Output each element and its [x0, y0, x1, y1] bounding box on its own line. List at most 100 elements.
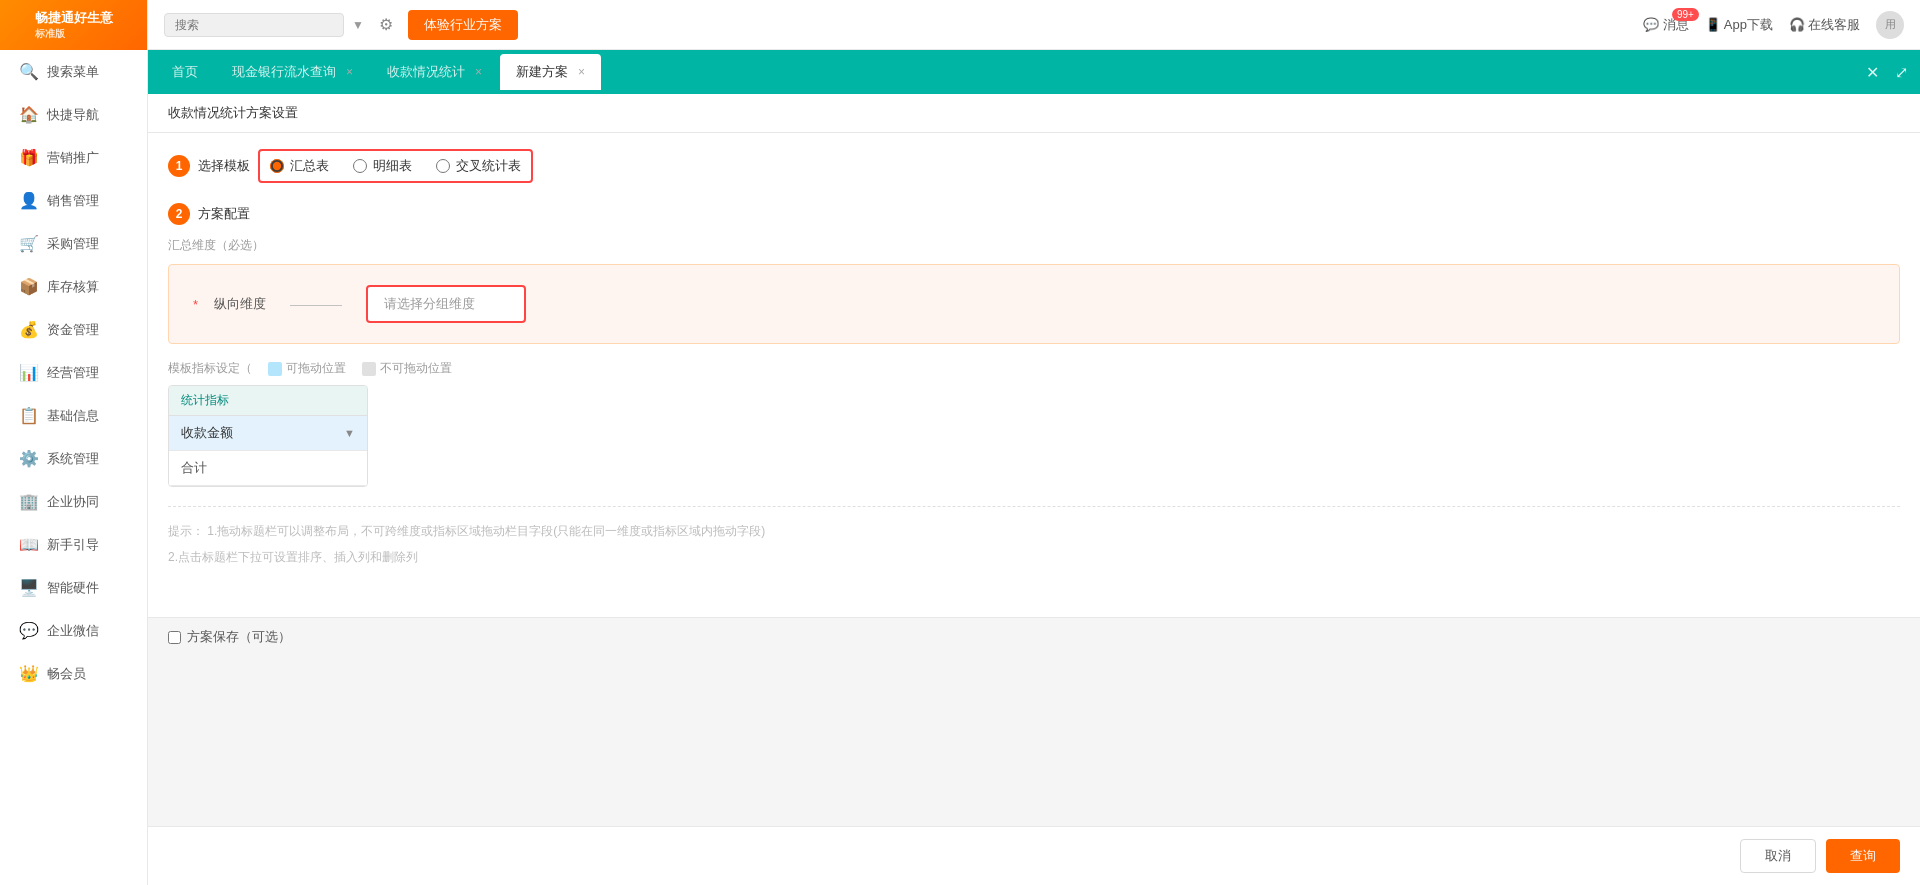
template-cross-option[interactable]: 交叉统计表	[436, 157, 521, 175]
sidebar-item-base-info[interactable]: 📋 基础信息	[0, 394, 147, 437]
step2-header: 2 方案配置	[168, 203, 1900, 225]
required-star: *	[193, 297, 198, 312]
metrics-section: 模板指标设定（ 可拖动位置 不可拖动位置 统计指标	[168, 360, 1900, 490]
notification-button[interactable]: 💬 消息 99+	[1643, 16, 1689, 34]
tab-new-plan-label: 新建方案	[516, 63, 568, 81]
step2-section: 2 方案配置 汇总维度（必选） * 纵向维度 ———— 请选择分组维度	[168, 203, 1900, 581]
sidebar-item-member[interactable]: 👑 畅会员	[0, 652, 147, 695]
user-avatar[interactable]: 用	[1876, 11, 1904, 39]
sidebar-item-label: 营销推广	[47, 149, 99, 167]
step1-title: 选择模板	[198, 157, 250, 175]
sidebar-item-search-menu[interactable]: 🔍 搜索菜单	[0, 50, 147, 93]
tab-bank-flow-close[interactable]: ×	[346, 65, 353, 79]
home-icon: 🏠	[19, 105, 39, 124]
topbar-right: 💬 消息 99+ 📱 App下载 🎧 在线客服 用	[1643, 11, 1904, 39]
template-summary-radio[interactable]	[270, 159, 284, 173]
maximize-button[interactable]: ⤢	[1891, 59, 1912, 86]
dropdown-arrow-icon[interactable]: ▼	[352, 18, 364, 32]
template-options: 汇总表 明细表 交叉统计表	[258, 149, 533, 183]
message-icon: 💬	[1643, 17, 1659, 32]
cancel-button[interactable]: 取消	[1740, 839, 1816, 873]
box-icon: 📦	[19, 277, 39, 296]
settings-button[interactable]: ⚙	[372, 11, 400, 39]
page-content: 收款情况统计方案设置 1 选择模板 汇总表 明细表	[148, 94, 1920, 826]
try-industry-button[interactable]: 体验行业方案	[408, 10, 518, 40]
metrics-subtotal: 合计	[169, 451, 367, 486]
sidebar-item-wechat[interactable]: 💬 企业微信	[0, 609, 147, 652]
sidebar-item-system[interactable]: ⚙️ 系统管理	[0, 437, 147, 480]
template-cross-radio[interactable]	[436, 159, 450, 173]
step1-section: 1 选择模板 汇总表 明细表 交叉统计表	[168, 149, 1900, 183]
book-icon: 📖	[19, 535, 39, 554]
topbar: ▼ ⚙ 体验行业方案 💬 消息 99+ 📱 App下载 🎧 在线客服 用	[148, 0, 1920, 50]
sidebar-item-quick-nav[interactable]: 🏠 快捷导航	[0, 93, 147, 136]
query-button[interactable]: 查询	[1826, 839, 1900, 873]
step2-title: 方案配置	[198, 205, 250, 223]
sidebar-item-operations[interactable]: 📊 经营管理	[0, 351, 147, 394]
app-name: 畅捷通好生意	[35, 9, 113, 27]
close-all-tabs-button[interactable]: ✕	[1862, 59, 1883, 86]
tab-new-plan-close[interactable]: ×	[578, 65, 585, 79]
app-version: 标准版	[35, 27, 113, 41]
template-summary-label: 汇总表	[290, 157, 329, 175]
sidebar-item-label: 资金管理	[47, 321, 99, 339]
sidebar-item-label: 经营管理	[47, 364, 99, 382]
sidebar-item-marketing[interactable]: 🎁 营销推广	[0, 136, 147, 179]
sidebar-item-guide[interactable]: 📖 新手引导	[0, 523, 147, 566]
app-logo: 畅捷通好生意 标准版	[0, 0, 147, 50]
sidebar-item-corp[interactable]: 🏢 企业协同	[0, 480, 147, 523]
tab-home-label: 首页	[172, 63, 198, 81]
sidebar-item-finance[interactable]: 💰 资金管理	[0, 308, 147, 351]
sidebar-item-purchase[interactable]: 🛒 采购管理	[0, 222, 147, 265]
metrics-table: 统计指标 收款金额 ▼ 合计	[168, 385, 368, 487]
metrics-setting-label: 模板指标设定（	[168, 360, 252, 377]
template-cross-label: 交叉统计表	[456, 157, 521, 175]
template-summary-option[interactable]: 汇总表	[270, 157, 329, 175]
service-icon: 🎧	[1789, 17, 1805, 32]
template-detail-option[interactable]: 明细表	[353, 157, 412, 175]
sidebar-item-label: 企业微信	[47, 622, 99, 640]
cart-icon: 🛒	[19, 234, 39, 253]
sidebar-item-inventory[interactable]: 📦 库存核算	[0, 265, 147, 308]
tab-new-plan[interactable]: 新建方案 ×	[500, 54, 601, 90]
sidebar-item-label: 快捷导航	[47, 106, 99, 124]
avatar-text: 用	[1885, 17, 1896, 32]
search-menu-icon: 🔍	[19, 62, 39, 81]
fixed-legend-item: 不可拖动位置	[362, 360, 452, 377]
sidebar-item-hardware[interactable]: 🖥️ 智能硬件	[0, 566, 147, 609]
tab-bank-flow[interactable]: 现金银行流水查询 ×	[216, 54, 369, 90]
user-icon: 👤	[19, 191, 39, 210]
save-checkbox[interactable]	[168, 631, 181, 644]
tab-home[interactable]: 首页	[156, 54, 214, 90]
metrics-collection-dropdown-icon[interactable]: ▼	[344, 427, 355, 439]
sidebar-item-sales[interactable]: 👤 销售管理	[0, 179, 147, 222]
sidebar-item-label: 新手引导	[47, 536, 99, 554]
tab-collection-stat-label: 收款情况统计	[387, 63, 465, 81]
tabbar-actions: ✕ ⤢	[1862, 59, 1912, 86]
metrics-row-collection[interactable]: 收款金额 ▼	[169, 416, 367, 451]
fixed-label: 不可拖动位置	[380, 360, 452, 377]
metrics-subtotal-label: 合计	[181, 460, 207, 475]
step2-badge: 2	[168, 203, 190, 225]
template-detail-label: 明细表	[373, 157, 412, 175]
online-service-link[interactable]: 🎧 在线客服	[1789, 16, 1860, 34]
app-download-link[interactable]: 📱 App下载	[1705, 16, 1773, 34]
search-input[interactable]	[164, 13, 344, 37]
sidebar-item-label: 畅会员	[47, 665, 86, 683]
tab-collection-stat-close[interactable]: ×	[475, 65, 482, 79]
metrics-collection-label: 收款金额	[181, 424, 233, 442]
drag-legend: 模板指标设定（ 可拖动位置 不可拖动位置	[168, 360, 1900, 377]
tab-bank-flow-label: 现金银行流水查询	[232, 63, 336, 81]
main-content: ▼ ⚙ 体验行业方案 💬 消息 99+ 📱 App下载 🎧 在线客服 用	[148, 0, 1920, 885]
sidebar-item-label: 搜索菜单	[47, 63, 99, 81]
tab-collection-stat[interactable]: 收款情况统计 ×	[371, 54, 498, 90]
save-checkbox-label[interactable]: 方案保存（可选）	[168, 628, 291, 646]
dimension-label: 汇总维度（必选）	[168, 237, 1900, 254]
notification-badge: 99+	[1672, 8, 1699, 21]
sidebar-item-label: 企业协同	[47, 493, 99, 511]
sidebar-item-label: 库存核算	[47, 278, 99, 296]
tabbar: 首页 现金银行流水查询 × 收款情况统计 × 新建方案 × ✕ ⤢	[148, 50, 1920, 94]
download-label: App下载	[1724, 16, 1773, 34]
template-detail-radio[interactable]	[353, 159, 367, 173]
dimension-select[interactable]: 请选择分组维度	[366, 285, 526, 323]
